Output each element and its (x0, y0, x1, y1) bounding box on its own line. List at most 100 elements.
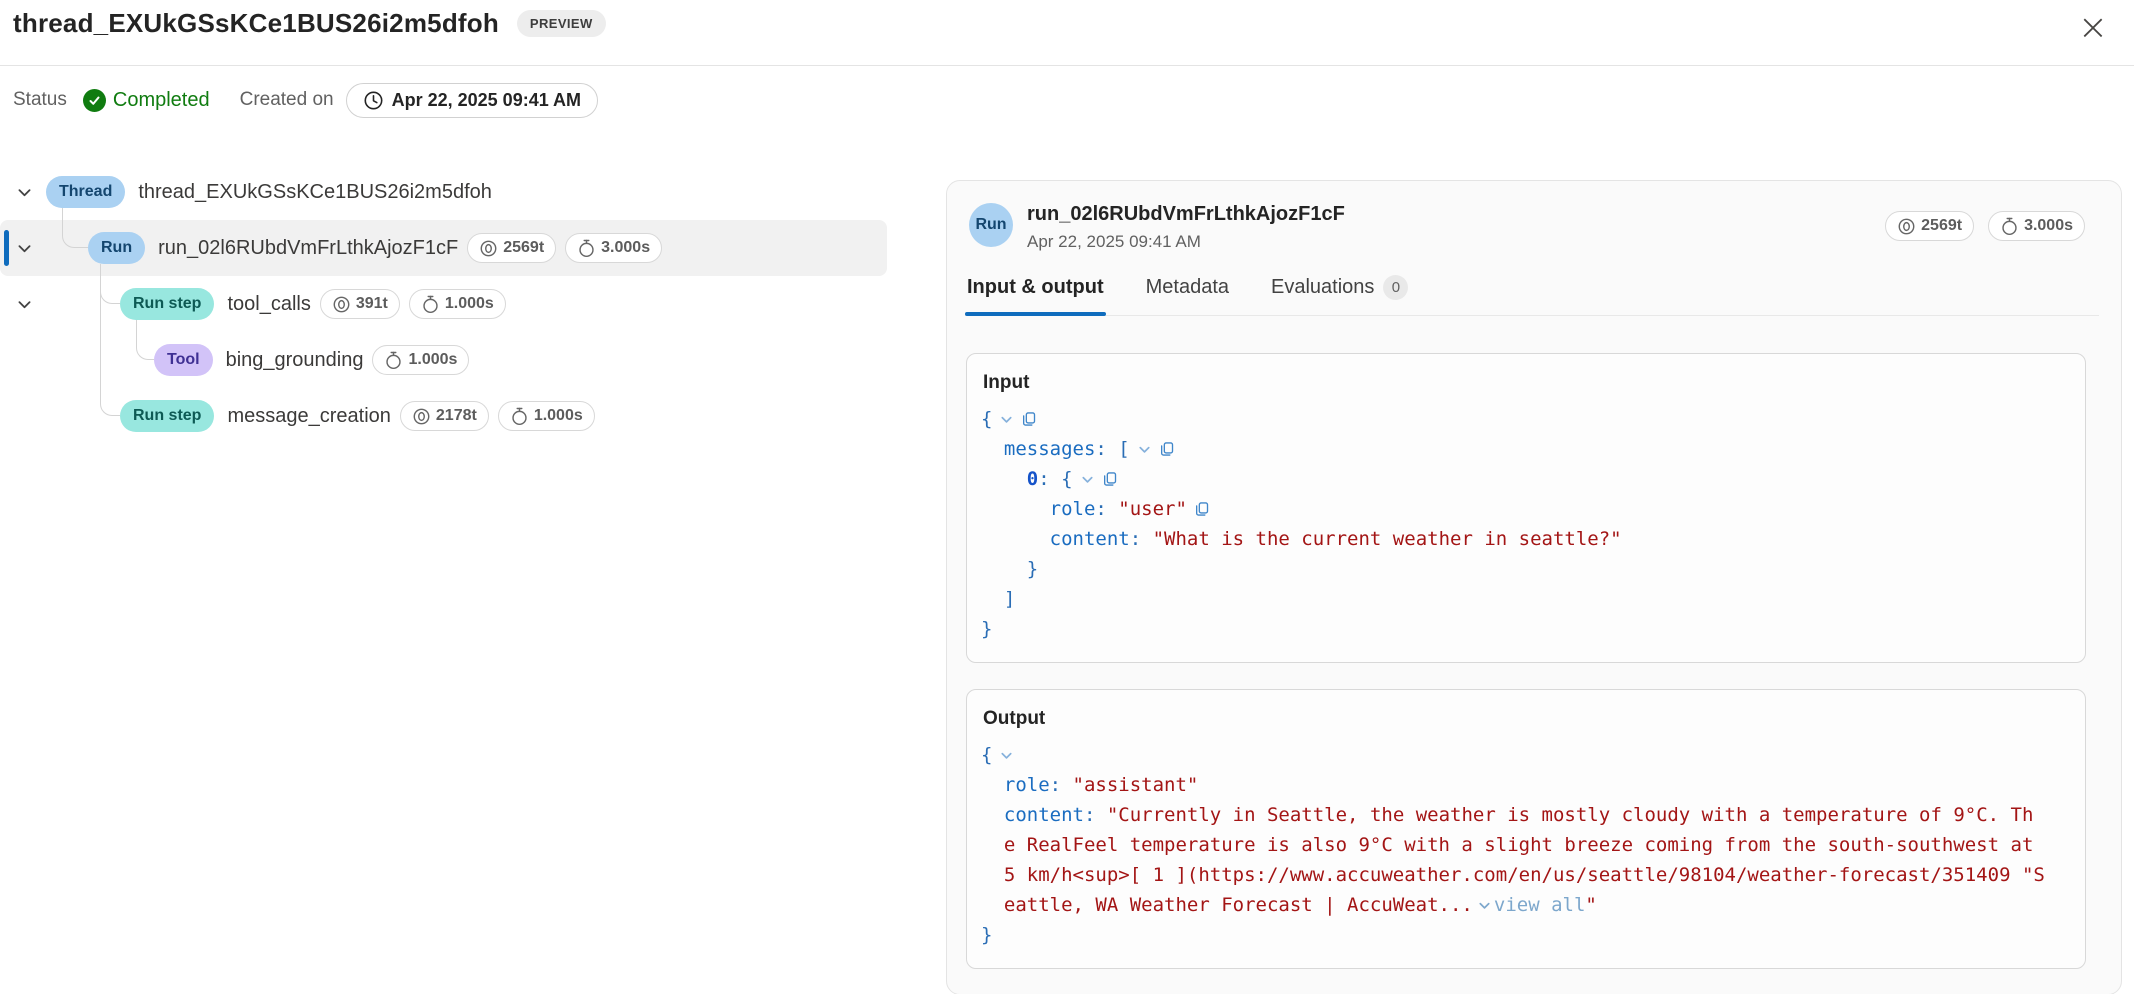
collapse-chevron-icon[interactable] (1137, 442, 1152, 457)
run-type-badge: Run (969, 203, 1013, 247)
tree-row-bing_grounding[interactable]: Tool bing_grounding 1.000s (0, 332, 887, 388)
run-header: run_02l6RUbdVmFrLthkAjozF1cF Apr 22, 202… (1027, 203, 1345, 252)
json-punct: { (981, 744, 993, 766)
tree-row-message_creation[interactable]: Run step message_creation 2178t 1.000s (0, 388, 887, 444)
timer-icon (510, 407, 529, 426)
tab-input-output[interactable]: Input & output (965, 275, 1106, 316)
json-line: ] (981, 584, 2045, 614)
timer-icon (421, 295, 440, 314)
tokens-icon (479, 239, 498, 258)
page-title: thread_EXUkGSsKCe1BUS26i2m5dfoh (13, 8, 499, 38)
json-line: } (981, 614, 2045, 644)
type-badge: Run step (120, 400, 215, 432)
type-badge: Tool (154, 344, 213, 376)
json-string: "assistant" (1072, 774, 1199, 796)
tree-row-label: tool_calls (227, 292, 311, 315)
json-punct: } (1026, 558, 1039, 580)
chevron-down-icon[interactable] (12, 180, 36, 204)
tree-row-run_02l6RUbdVmFrLthkAjozF1cF[interactable]: Run run_02l6RUbdVmFrLthkAjozF1cF 2569t 3.00… (0, 220, 887, 276)
json-punct: { (981, 408, 993, 430)
clock-icon (363, 90, 384, 111)
tree-connector (62, 208, 88, 248)
json-key: content (1003, 804, 1084, 826)
type-badge: Thread (46, 176, 126, 208)
json-punct: { (1061, 468, 1073, 490)
collapse-chevron-icon[interactable] (999, 748, 1014, 763)
json-punct: : (1083, 804, 1107, 826)
copy-icon[interactable] (1194, 501, 1210, 517)
created-date-value: Apr 22, 2025 09:41 AM (391, 89, 582, 110)
collapse-chevron-icon[interactable] (999, 412, 1014, 427)
timer-icon (2000, 217, 2019, 236)
tree-connector (100, 264, 120, 304)
json-key: role (1049, 498, 1096, 520)
header-divider (0, 65, 2134, 66)
tree-row-label: message_creation (227, 404, 391, 427)
detail-tabs: Input & output Metadata Evaluations 0 (965, 275, 2099, 316)
close-button[interactable]: × (2074, 6, 2112, 50)
status-value: Completed (112, 88, 210, 111)
json-punct: : (1038, 468, 1062, 490)
tokens-pill: 391t (319, 289, 400, 319)
json-line: role: "assistant" (981, 770, 2045, 800)
json-line: } (981, 920, 2045, 950)
tree-row-label: thread_EXUkGSsKCe1BUS26i2m5dfoh (138, 180, 492, 203)
input-title: Input (983, 372, 1030, 393)
json-punct: : (1049, 774, 1073, 796)
created-on-label: Created on (239, 89, 334, 110)
chevron-down-icon[interactable] (12, 292, 36, 316)
json-line: { (981, 404, 2045, 434)
duration-pill: 1.000s (497, 401, 595, 431)
trace-viewer-page: thread_EXUkGSsKCe1BUS26i2m5dfoh PREVIEW … (0, 0, 2134, 994)
tree-row-label: run_02l6RUbdVmFrLthkAjozF1cF (158, 236, 459, 259)
input-section: Input {messages: [0: {role: "user" conten… (966, 353, 2086, 663)
tree-row-thread_EXUkGSsKCe1BUS26i2m5dfoh[interactable]: Thread thread_EXUkGSsKCe1BUS26i2m5dfoh (0, 164, 887, 220)
run-detail-panel: Run run_02l6RUbdVmFrLthkAjozF1cF Apr 22,… (946, 180, 2122, 994)
output-title: Output (983, 708, 1046, 729)
tokens-icon (332, 295, 351, 314)
input-json-viewer: {messages: [0: {role: "user" content: "Wh… (981, 404, 2045, 644)
timer-icon (577, 239, 596, 258)
json-line: messages: [ (981, 434, 2045, 464)
json-punct: : (1095, 498, 1119, 520)
run-date: Apr 22, 2025 09:41 AM (1027, 232, 1201, 251)
tree-row-label: bing_grounding (225, 348, 364, 371)
copy-icon[interactable] (1159, 441, 1175, 457)
tab-label: Input & output (967, 276, 1104, 298)
json-punct: ] (1003, 588, 1016, 610)
json-punct: : (1095, 438, 1119, 460)
type-badge: Run (88, 232, 146, 264)
tree-row-tool_calls[interactable]: Run step tool_calls 391t 1.000s (0, 276, 887, 332)
header: thread_EXUkGSsKCe1BUS26i2m5dfoh PREVIEW (13, 8, 606, 39)
json-line: content: "What is the current weather in… (981, 524, 2045, 554)
run-id-title: run_02l6RUbdVmFrLthkAjozF1cF (1027, 203, 1345, 225)
json-string: " (1585, 894, 1597, 916)
json-string: "What is the current weather in seattle?… (1152, 528, 1622, 550)
json-line: role: "user" (981, 494, 2045, 524)
tokens-icon (412, 407, 431, 426)
json-punct: [ (1118, 438, 1130, 460)
json-line: content: "Currently in Seattle, the weat… (981, 800, 2045, 920)
json-punct: } (981, 618, 993, 640)
json-key: content (1049, 528, 1130, 550)
trace-tree: Thread thread_EXUkGSsKCe1BUS26i2m5dfoh Run… (0, 164, 900, 444)
tab-count-badge: 0 (1383, 275, 1409, 300)
duration-pill: 3.000s (565, 233, 663, 263)
tokens-pill: 2569t (1885, 211, 1975, 241)
json-key: role (1003, 774, 1050, 796)
expand-chevron-icon[interactable] (1477, 898, 1492, 913)
run-metrics: 2569t 3.000s (1885, 211, 2085, 241)
tab-metadata[interactable]: Metadata (1144, 275, 1231, 315)
tree-connector (136, 320, 154, 360)
status-label: Status (13, 89, 67, 110)
chevron-down-icon[interactable] (12, 236, 36, 260)
view-all-link[interactable]: view all (1494, 894, 1586, 916)
copy-icon[interactable] (1102, 471, 1118, 487)
copy-icon[interactable] (1021, 411, 1037, 427)
json-key: messages (1003, 438, 1096, 460)
collapse-chevron-icon[interactable] (1080, 472, 1095, 487)
tab-evaluations[interactable]: Evaluations 0 (1269, 275, 1410, 315)
duration-pill: 1.000s (408, 289, 506, 319)
json-punct: : (1129, 528, 1153, 550)
output-json-viewer: {role: "assistant" content: "Currently in… (981, 740, 2045, 950)
